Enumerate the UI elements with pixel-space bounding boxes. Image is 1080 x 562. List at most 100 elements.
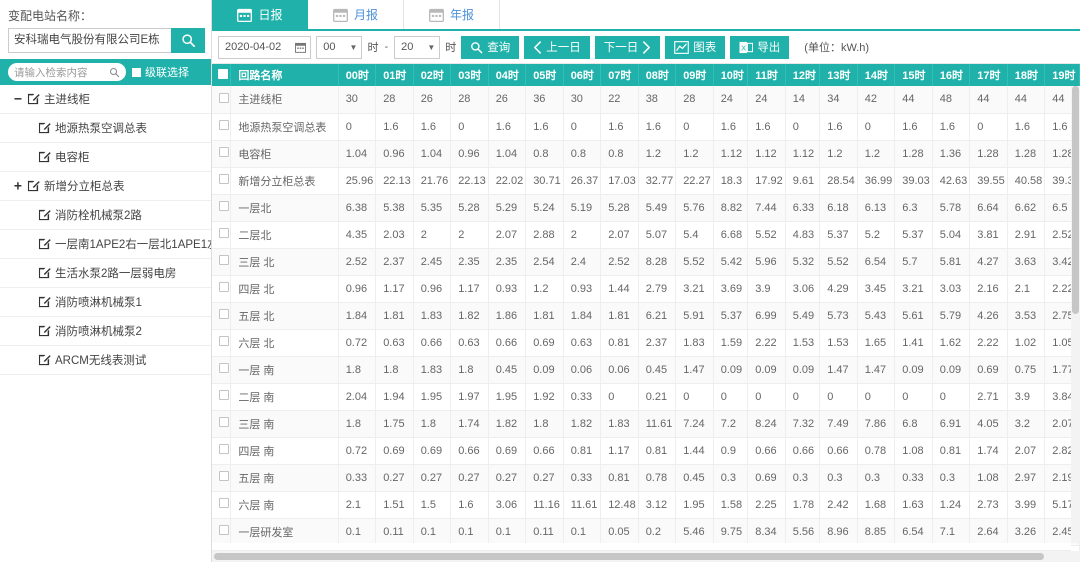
column-header-hour-5[interactable]: 05时 (526, 64, 564, 86)
table-row[interactable]: 五层 南0.330.270.270.270.270.270.330.810.78… (212, 464, 1080, 491)
row-select-cell[interactable] (212, 383, 231, 410)
row-select-cell[interactable] (212, 410, 231, 437)
tree-item-7[interactable]: 消防喷淋机械泵1 (0, 288, 211, 317)
export-button[interactable]: X 导出 (730, 36, 789, 59)
row-checkbox[interactable] (219, 255, 229, 265)
row-select-cell[interactable] (212, 464, 231, 491)
table-row[interactable]: 四层 北0.961.170.961.170.931.20.931.442.793… (212, 275, 1080, 302)
column-header-hour-4[interactable]: 04时 (488, 64, 526, 86)
column-header-name[interactable]: 回路名称 (231, 64, 338, 86)
date-picker[interactable]: 2020-04-02 (218, 36, 311, 59)
table-row[interactable]: 地源热泵空调总表01.61.601.61.601.61.601.61.601.6… (212, 113, 1080, 140)
station-search-button[interactable] (171, 28, 205, 53)
row-checkbox[interactable] (219, 93, 229, 103)
table-row[interactable]: 四层 南0.720.690.690.660.690.660.811.170.81… (212, 437, 1080, 464)
row-select-cell[interactable] (212, 356, 231, 383)
row-select-cell[interactable] (212, 140, 231, 167)
column-header-hour-8[interactable]: 08时 (638, 64, 676, 86)
report-tabs[interactable]: 日报月报年报 (212, 0, 1080, 31)
vertical-scrollbar[interactable] (1071, 86, 1080, 543)
select-all-header[interactable] (212, 64, 231, 86)
row-select-cell[interactable] (212, 302, 231, 329)
row-checkbox[interactable] (219, 309, 229, 319)
column-header-hour-0[interactable]: 00时 (338, 64, 376, 86)
cascade-checkbox[interactable] (132, 68, 141, 77)
column-header-hour-17[interactable]: 17时 (970, 64, 1008, 86)
column-header-hour-13[interactable]: 13时 (820, 64, 858, 86)
column-header-hour-9[interactable]: 09时 (676, 64, 714, 86)
row-checkbox[interactable] (219, 120, 229, 130)
tree-item-1[interactable]: 地源热泵空调总表 (0, 114, 211, 143)
row-select-cell[interactable] (212, 248, 231, 275)
tab-yearly[interactable]: 年报 (404, 0, 500, 29)
chart-button[interactable]: 图表 (665, 36, 725, 59)
tree-item-8[interactable]: 消防喷淋机械泵2 (0, 317, 211, 346)
table-row[interactable]: 六层 北0.720.630.660.630.660.690.630.812.37… (212, 329, 1080, 356)
row-select-cell[interactable] (212, 194, 231, 221)
table-row[interactable]: 五层 北1.841.811.831.821.861.811.841.816.21… (212, 302, 1080, 329)
row-checkbox[interactable] (219, 390, 229, 400)
column-header-hour-16[interactable]: 16时 (932, 64, 970, 86)
next-day-button[interactable]: 下一日 (595, 36, 661, 59)
row-checkbox[interactable] (219, 444, 229, 454)
station-name-input[interactable]: 安科瑞电气股份有限公司E栋 (8, 28, 171, 53)
column-header-hour-3[interactable]: 03时 (451, 64, 489, 86)
row-select-cell[interactable] (212, 221, 231, 248)
hour-start-select[interactable]: 00 ▼ (316, 36, 362, 59)
table-row[interactable]: 三层 北2.522.372.452.352.352.542.42.528.285… (212, 248, 1080, 275)
tab-daily[interactable]: 日报 (212, 0, 308, 29)
tree-item-3[interactable]: +新增分立柜总表 (0, 172, 211, 201)
column-header-hour-6[interactable]: 06时 (563, 64, 601, 86)
tree-item-2[interactable]: 电容柜 (0, 143, 211, 172)
collapse-icon[interactable]: − (14, 92, 27, 107)
select-all-checkbox[interactable] (218, 69, 228, 79)
table-row[interactable]: 新增分立柜总表25.9622.1321.7622.1322.0230.7126.… (212, 167, 1080, 194)
row-checkbox[interactable] (219, 525, 229, 535)
column-header-hour-18[interactable]: 18时 (1007, 64, 1045, 86)
row-checkbox[interactable] (219, 174, 229, 184)
row-checkbox[interactable] (219, 147, 229, 157)
tree-item-4[interactable]: 消防栓机械泵2路 (0, 201, 211, 230)
horizontal-scrollbar-thumb[interactable] (214, 553, 1044, 560)
row-select-cell[interactable] (212, 86, 231, 113)
expand-icon[interactable]: + (14, 179, 27, 194)
tab-monthly[interactable]: 月报 (308, 0, 404, 29)
column-header-hour-2[interactable]: 02时 (413, 64, 451, 86)
prev-day-button[interactable]: 上一日 (524, 36, 590, 59)
column-header-hour-12[interactable]: 12时 (785, 64, 820, 86)
table-row[interactable]: 二层北4.352.03222.072.8822.075.075.46.685.5… (212, 221, 1080, 248)
column-header-hour-1[interactable]: 01时 (376, 64, 414, 86)
row-checkbox[interactable] (219, 417, 229, 427)
tree-item-5[interactable]: 一层南1APE2右一层北1APE1左 (0, 230, 211, 259)
table-row[interactable]: 主进线柜302826282636302238282424143442444844… (212, 86, 1080, 113)
tree-item-0[interactable]: −主进线柜 (0, 85, 211, 114)
column-header-hour-10[interactable]: 10时 (713, 64, 748, 86)
row-select-cell[interactable] (212, 329, 231, 356)
table-row[interactable]: 六层 南2.11.511.51.63.0611.1611.6112.483.12… (212, 491, 1080, 518)
row-checkbox[interactable] (219, 363, 229, 373)
table-row[interactable]: 一层北6.385.385.355.285.295.245.195.285.495… (212, 194, 1080, 221)
device-tree[interactable]: −主进线柜地源热泵空调总表电容柜+新增分立柜总表消防栓机械泵2路一层南1APE2… (0, 85, 211, 562)
row-select-cell[interactable] (212, 275, 231, 302)
hour-end-select[interactable]: 20 ▼ (394, 36, 440, 59)
tree-search-input[interactable]: 请输入检索内容 (8, 63, 126, 81)
row-checkbox[interactable] (219, 201, 229, 211)
vertical-scrollbar-thumb[interactable] (1072, 86, 1079, 314)
table-row[interactable]: 三层 南1.81.751.81.741.821.81.821.8311.617.… (212, 410, 1080, 437)
cascade-select-toggle[interactable]: 级联选择 (132, 64, 189, 80)
row-select-cell[interactable] (212, 518, 231, 545)
row-checkbox[interactable] (219, 498, 229, 508)
row-checkbox[interactable] (219, 282, 229, 292)
row-select-cell[interactable] (212, 113, 231, 140)
column-header-hour-7[interactable]: 07时 (601, 64, 639, 86)
table-row[interactable]: 电容柜1.040.961.040.961.040.80.80.81.21.21.… (212, 140, 1080, 167)
row-select-cell[interactable] (212, 491, 231, 518)
row-checkbox[interactable] (219, 228, 229, 238)
tree-item-6[interactable]: 生活水泵2路一层弱电房 (0, 259, 211, 288)
row-checkbox[interactable] (219, 336, 229, 346)
horizontal-scrollbar[interactable] (212, 551, 1080, 562)
row-checkbox[interactable] (219, 471, 229, 481)
column-header-hour-14[interactable]: 14时 (857, 64, 895, 86)
column-header-hour-11[interactable]: 11时 (748, 64, 786, 86)
tree-item-9[interactable]: ARCM无线表测试 (0, 346, 211, 375)
